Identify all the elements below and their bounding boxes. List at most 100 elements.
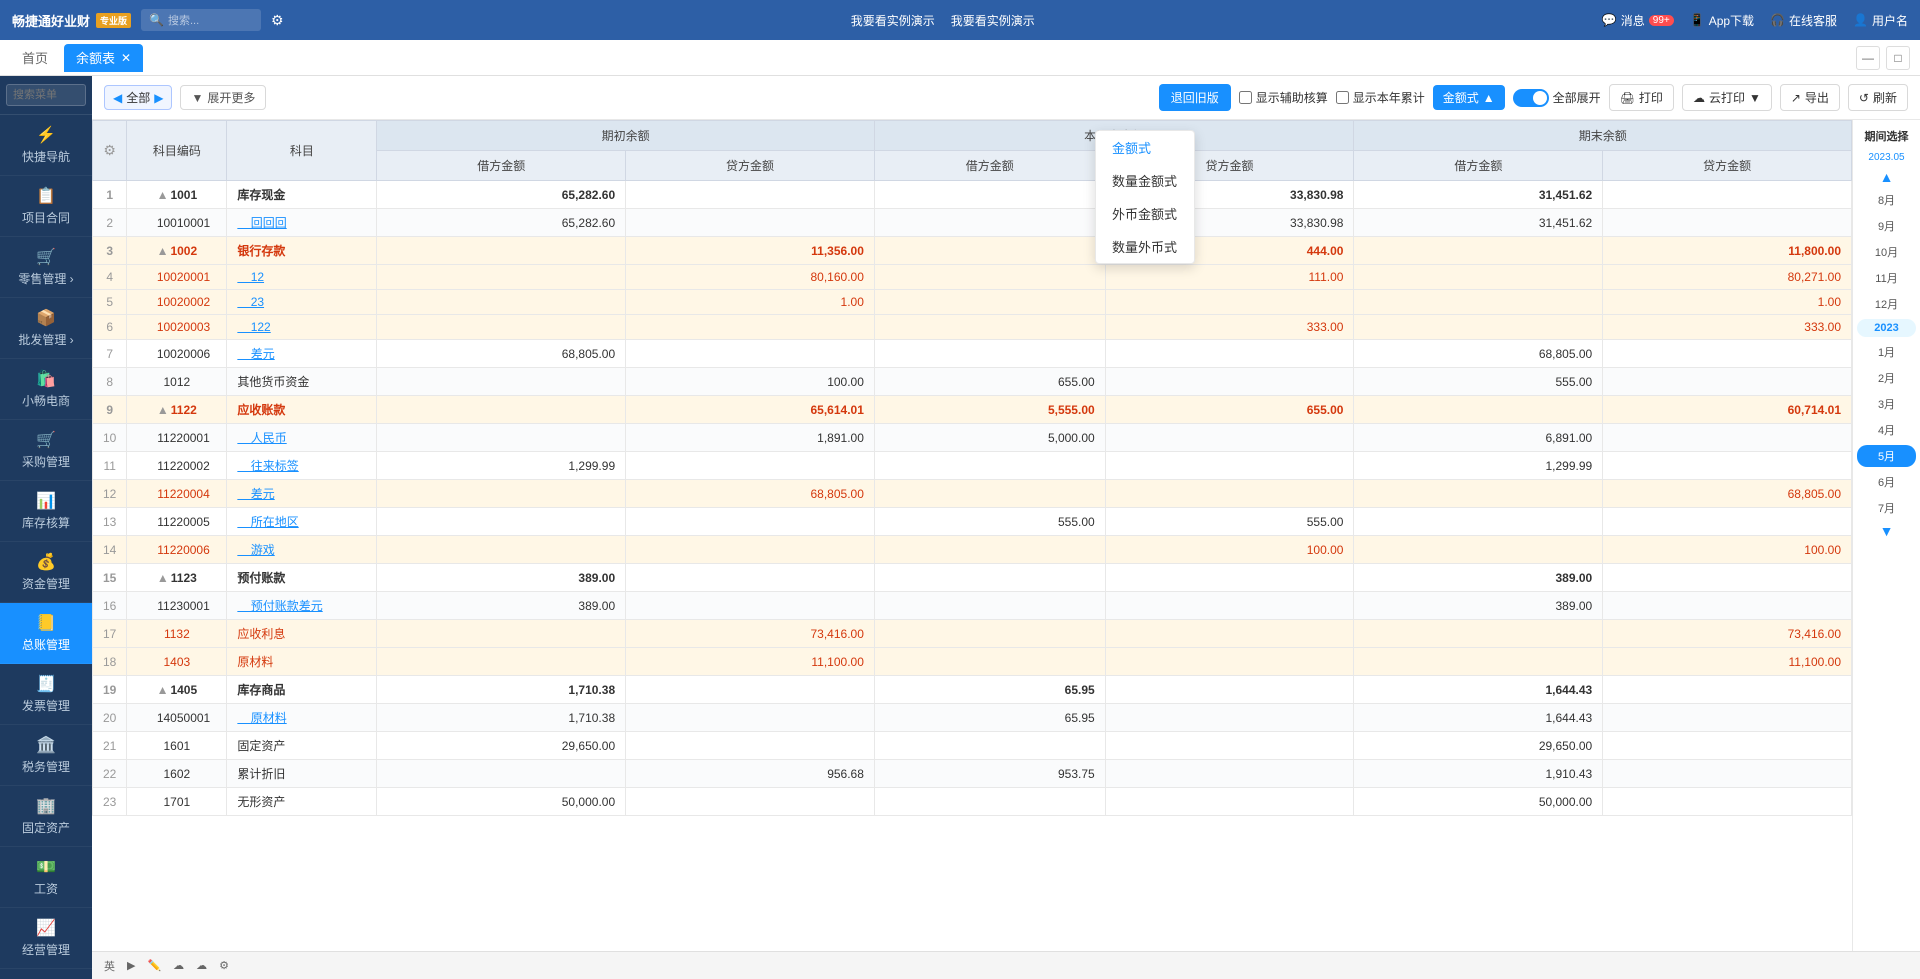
table-cell-oc-4: 1.00 (626, 290, 875, 315)
table-cell-pd-0 (874, 181, 1105, 209)
table-cell-name-3[interactable]: 12 (227, 265, 377, 290)
show-ytd-check[interactable]: 显示本年累计 (1336, 89, 1425, 106)
table-cell-cc-13: 100.00 (1603, 536, 1852, 564)
period-1[interactable]: 1月 (1857, 341, 1916, 363)
expand-more-btn[interactable]: ▼ 展开更多 (180, 85, 266, 110)
back-old-version-btn[interactable]: 退回旧版 (1159, 84, 1231, 111)
table-cell-pd-15 (874, 592, 1105, 620)
status-lang[interactable]: 英 (104, 958, 115, 974)
period-7[interactable]: 7月 (1857, 497, 1916, 519)
switch-toggle[interactable] (1513, 89, 1549, 107)
table-cell-cd-10: 1,299.99 (1354, 452, 1603, 480)
period-9[interactable]: 9月 (1857, 215, 1916, 237)
filter-tag[interactable]: ◀ 全部 ▶ (104, 85, 172, 110)
table-cell-pc-7 (1105, 368, 1354, 396)
table-cell-name-9[interactable]: 人民币 (227, 424, 377, 452)
tab-close-icon[interactable]: ✕ (121, 51, 131, 65)
sidebar-item-salary[interactable]: 💵 工资 (0, 847, 92, 908)
download-btn[interactable]: 📱 App下载 (1690, 12, 1754, 29)
show-assist-check[interactable]: 显示辅助核算 (1239, 89, 1328, 106)
period-6[interactable]: 6月 (1857, 471, 1916, 493)
sidebar-item-project[interactable]: 📋 项目合同 (0, 176, 92, 237)
view-option-amount[interactable]: 金额式 (1096, 131, 1194, 164)
view-mode-btn[interactable]: 金额式 ▲ (1433, 85, 1505, 110)
period-12[interactable]: 12月 (1857, 293, 1916, 315)
ytd-checkbox[interactable] (1336, 91, 1349, 104)
sidebar-item-quick-nav[interactable]: ⚡ 快捷导航 (0, 115, 92, 176)
user-label: 用户名 (1872, 12, 1908, 29)
sidebar-item-finance[interactable]: 💰 资金管理 (0, 542, 92, 603)
table-cell-name-10[interactable]: 往来标签 (227, 452, 377, 480)
tab-home[interactable]: 首页 (10, 44, 60, 72)
table-cell-code-3: 10020001 (127, 265, 227, 290)
table-cell-name-13[interactable]: 游戏 (227, 536, 377, 564)
cloud-print-btn[interactable]: ☁ 云打印 ▼ (1682, 84, 1772, 111)
demo-link[interactable]: 我要看实例演示 (851, 12, 935, 29)
settings-icon[interactable]: ⚙ (271, 12, 284, 29)
sidebar-item-finance-label: 资金管理 (6, 575, 86, 592)
period-11[interactable]: 11月 (1857, 267, 1916, 289)
table-cell-oc-16: 73,416.00 (626, 620, 875, 648)
table-cell-name-12[interactable]: 所在地区 (227, 508, 377, 536)
sidebar-item-invoice[interactable]: 🧾 发票管理 (0, 664, 92, 725)
sidebar-item-retail[interactable]: 🛒 零售管理 › (0, 237, 92, 298)
sidebar-item-report[interactable]: 📑 小畅报销 (0, 969, 92, 979)
sidebar-item-fixed-assets[interactable]: 🏢 固定资产 (0, 786, 92, 847)
sidebar-item-inventory[interactable]: 📊 库存核算 (0, 481, 92, 542)
sidebar-item-accounting[interactable]: 📒 总账管理 (0, 603, 92, 664)
scroll-down-btn[interactable]: ▼ (1880, 523, 1894, 539)
tab-balance[interactable]: 余额表 ✕ (64, 44, 143, 72)
sidebar-item-ops[interactable]: 📈 经营管理 (0, 908, 92, 969)
period-8[interactable]: 8月 (1857, 189, 1916, 211)
tab-minimize-btn[interactable]: — (1856, 46, 1880, 70)
finance-icon: 💰 (6, 552, 86, 572)
table-cell-pd-19: 65.95 (874, 704, 1105, 732)
table-cell-name-19[interactable]: 原材料 (227, 704, 377, 732)
scroll-up-btn[interactable]: ▲ (1880, 169, 1894, 185)
view-option-foreign-amount[interactable]: 外币金额式 (1096, 197, 1194, 230)
table-cell-pd-3 (874, 265, 1105, 290)
period-2[interactable]: 2月 (1857, 367, 1916, 389)
period-3[interactable]: 3月 (1857, 393, 1916, 415)
table-cell-pc-11 (1105, 480, 1354, 508)
table-cell-name-4[interactable]: 23 (227, 290, 377, 315)
table-cell-od-18: 1,710.38 (377, 676, 626, 704)
message-btn[interactable]: 💬 消息 99+ (1602, 12, 1674, 29)
table-cell-name-6[interactable]: 差元 (227, 340, 377, 368)
expand-all-toggle[interactable]: 全部展开 (1513, 89, 1601, 107)
print-btn[interactable]: 🖨 打印 (1609, 84, 1674, 111)
sidebar-item-wholesale[interactable]: 📦 批发管理 › (0, 298, 92, 359)
assist-checkbox[interactable] (1239, 91, 1252, 104)
table-cell-no-15: 16 (93, 592, 127, 620)
table-cell-od-3 (377, 265, 626, 290)
table-cell-name-15[interactable]: 预付账款差元 (227, 592, 377, 620)
table-cell-name-11[interactable]: 差元 (227, 480, 377, 508)
period-year-2023[interactable]: 2023 (1857, 319, 1916, 337)
period-4[interactable]: 4月 (1857, 419, 1916, 441)
period-5[interactable]: 5月 (1857, 445, 1916, 467)
view-option-qty-foreign[interactable]: 数量外币式 (1096, 230, 1194, 263)
table-cell-name-1[interactable]: 回回回 (227, 209, 377, 237)
table-cell-pc-8: 655.00 (1105, 396, 1354, 424)
period-10[interactable]: 10月 (1857, 241, 1916, 263)
table-cell-name-5[interactable]: 122 (227, 315, 377, 340)
export-btn[interactable]: ↗ 导出 (1780, 84, 1840, 111)
sidebar: ⚡ 快捷导航 📋 项目合同 🛒 零售管理 › 📦 批发管理 › 🛍️ 小畅电商 … (0, 76, 92, 979)
view-option-qty-amount[interactable]: 数量金额式 (1096, 164, 1194, 197)
demo-text[interactable]: 我要看实例演示 (951, 12, 1035, 29)
sidebar-search-input[interactable] (6, 84, 86, 106)
service-btn[interactable]: 🎧 在线客服 (1770, 12, 1837, 29)
col-settings-header[interactable]: ⚙ (93, 121, 127, 181)
user-btn[interactable]: 👤 用户名 (1853, 12, 1908, 29)
download-icon: 📱 (1690, 13, 1705, 27)
sidebar-item-purchase[interactable]: 🛒 采购管理 (0, 420, 92, 481)
col-settings-icon[interactable]: ⚙ (103, 142, 116, 158)
top-search[interactable]: 🔍 搜索... (141, 9, 261, 31)
refresh-btn[interactable]: ↺ 刷新 (1848, 84, 1908, 111)
top-search-placeholder: 搜索... (168, 12, 199, 28)
message-icon: 💬 (1602, 13, 1617, 27)
sidebar-item-tax[interactable]: 🏛️ 税务管理 (0, 725, 92, 786)
sidebar-item-ecommerce[interactable]: 🛍️ 小畅电商 (0, 359, 92, 420)
table-area: ⚙ 科目编码 科目 期初余额 本期发生额 期末余额 借方金额 贷方金额 借方金额 (92, 120, 1920, 951)
tab-maximize-btn[interactable]: □ (1886, 46, 1910, 70)
